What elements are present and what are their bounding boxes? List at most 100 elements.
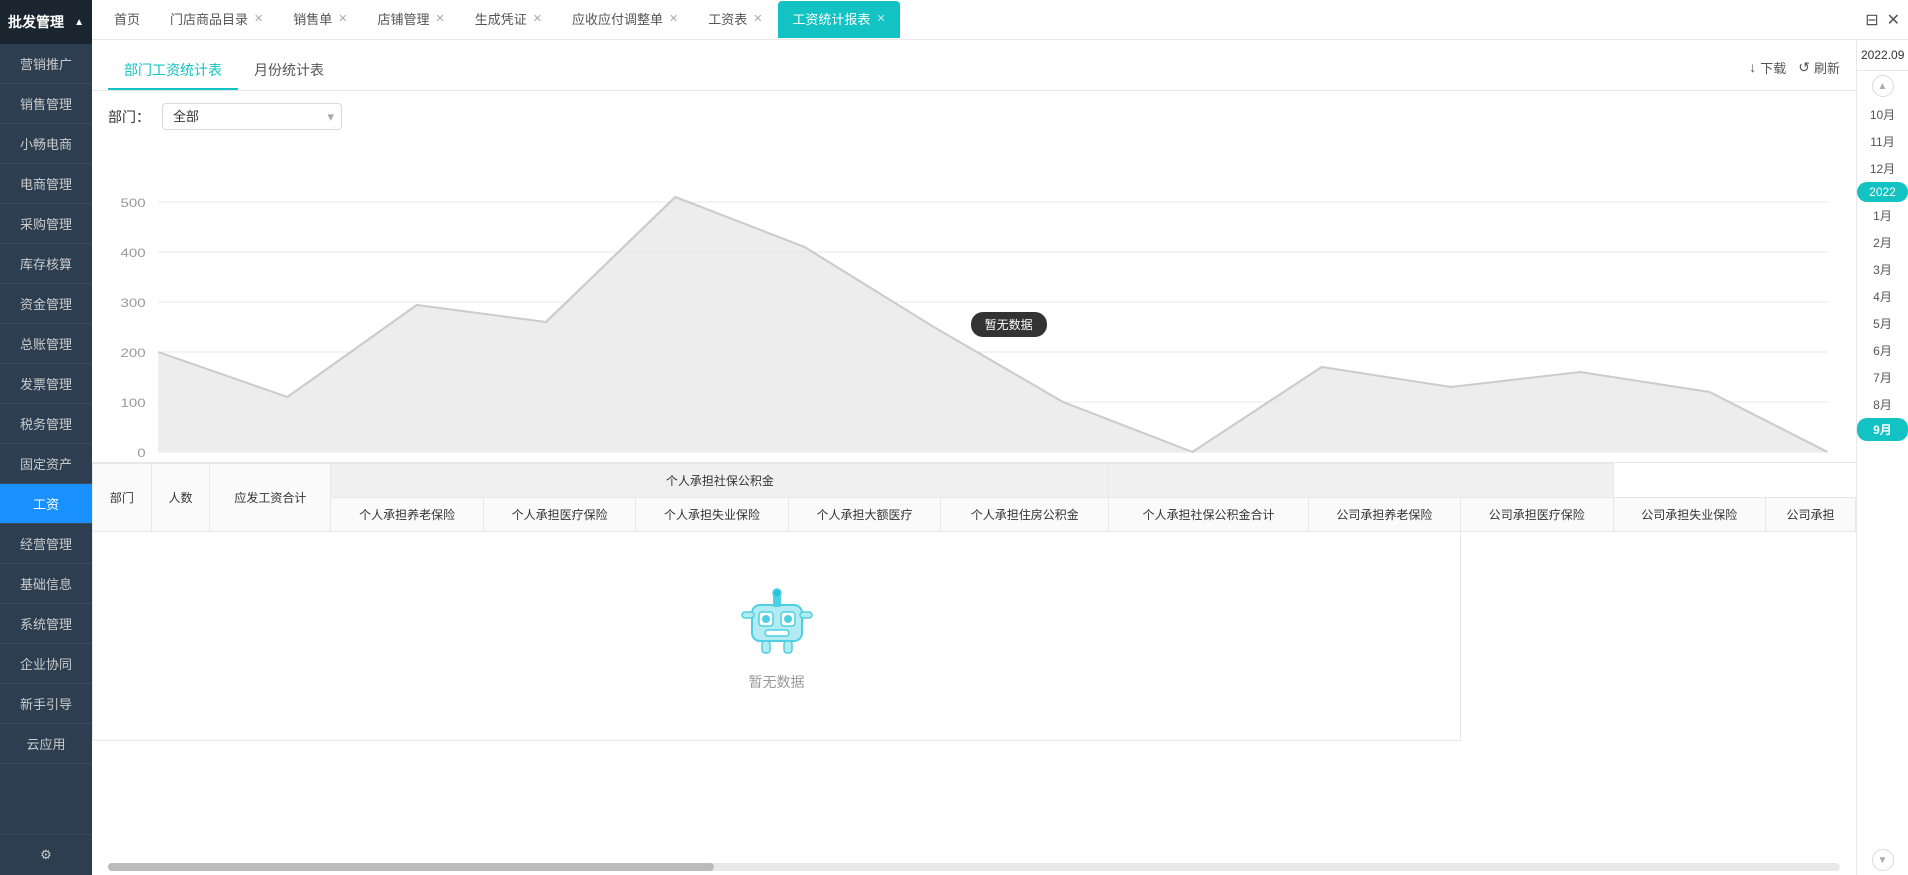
restore-window-button[interactable]: ⊟	[1865, 10, 1878, 30]
th-personal-unemployment: 个人承担失业保险	[636, 498, 788, 532]
th-company-other: 公司承担	[1765, 498, 1855, 532]
sidebar-item-yyyp[interactable]: 云应用	[0, 724, 92, 764]
sidebar-item-xtgl[interactable]: 系统管理	[0, 604, 92, 644]
sub-tabs: 部门工资统计表 月份统计表	[108, 52, 340, 90]
sidebar-item-cggl[interactable]: 采购管理	[0, 204, 92, 244]
svg-text:0: 0	[137, 446, 146, 459]
tab-close-store-products[interactable]: ✕	[254, 12, 263, 25]
sidebar-item-swgl[interactable]: 税务管理	[0, 404, 92, 444]
sidebar-item-zzgl[interactable]: 总账管理	[0, 324, 92, 364]
settings-button[interactable]: ⚙	[0, 834, 92, 875]
table-scrollbar-thumb[interactable]	[108, 863, 714, 871]
sidebar-item-xsgl[interactable]: 销售管理	[0, 84, 92, 124]
tab-voucher[interactable]: 生成凭证 ✕	[461, 1, 556, 38]
sidebar-item-gz[interactable]: 工资	[0, 484, 92, 524]
th-company-unemployment: 公司承担失业保险	[1613, 498, 1765, 532]
timeline-feb[interactable]: 2月	[1857, 229, 1908, 256]
sidebar-item-kchj[interactable]: 库存核算	[0, 244, 92, 284]
table-area: 部门 人数 应发工资合计 个人承担社保公积金	[92, 462, 1856, 859]
download-button[interactable]: ↓ 下载	[1749, 58, 1786, 77]
timeline-jul[interactable]: 7月	[1857, 364, 1908, 391]
svg-text:200: 200	[121, 346, 147, 359]
dept-filter-wrapper: 全部 销售部 财务部 采购部 技术部	[162, 103, 342, 130]
empty-text: 暂无数据	[749, 672, 805, 692]
tab-home[interactable]: 首页	[100, 1, 154, 38]
sidebar: 批发管理 ▲ 营销推广 销售管理 小畅电商 电商管理 采购管理 库存核算 资金管…	[0, 0, 92, 875]
sidebar-arrow: ▲	[74, 17, 84, 28]
timeline-down-button[interactable]: ▼	[1872, 849, 1894, 871]
svg-text:300: 300	[121, 296, 147, 309]
sidebar-item-gdzy[interactable]: 固定资产	[0, 444, 92, 484]
tab-payroll[interactable]: 工资表 ✕	[694, 1, 776, 38]
sidebar-item-xsyd[interactable]: 新手引导	[0, 684, 92, 724]
th-personal-medical: 个人承担医疗保险	[483, 498, 635, 532]
sidebar-item-qyxt[interactable]: 企业协同	[0, 644, 92, 684]
th-personal-major-medical: 个人承担大额医疗	[788, 498, 940, 532]
dept-filter-label: 部门：	[108, 107, 150, 127]
tab-ap-ar[interactable]: 应收应付调整单 ✕	[558, 1, 692, 38]
timeline-aug[interactable]: 8月	[1857, 391, 1908, 418]
tab-bar-actions: ⊟ ✕	[1865, 10, 1900, 30]
tab-dept-stats[interactable]: 部门工资统计表	[108, 52, 238, 90]
tab-payroll-report[interactable]: 工资统计报表 ✕	[778, 1, 899, 38]
th-company-medical: 公司承担医疗保险	[1461, 498, 1613, 532]
svg-text:500: 500	[121, 196, 147, 209]
tab-store-products[interactable]: 门店商品目录 ✕	[156, 1, 277, 38]
sidebar-header[interactable]: 批发管理 ▲	[0, 0, 92, 44]
tab-sales-order[interactable]: 销售单 ✕	[279, 1, 361, 38]
timeline-sep[interactable]: 9月	[1857, 418, 1908, 441]
svg-text:400: 400	[121, 246, 147, 259]
refresh-icon: ↺	[1798, 59, 1810, 76]
close-window-button[interactable]: ✕	[1887, 10, 1900, 30]
tab-bar: 首页 门店商品目录 ✕ 销售单 ✕ 店铺管理 ✕ 生成凭证 ✕ 应收应付调整单 …	[92, 0, 1908, 40]
sidebar-title: 批发管理	[8, 12, 64, 32]
th-personal-housing-fund: 个人承担住房公积金	[941, 498, 1109, 532]
gear-icon: ⚙	[40, 847, 52, 862]
sidebar-item-xpds[interactable]: 小畅电商	[0, 124, 92, 164]
timeline-nov[interactable]: 11月	[1857, 128, 1908, 155]
th-total-wage: 应发工资合计	[210, 464, 331, 532]
th-personal-insurance: 个人承担社保公积金	[331, 464, 1109, 498]
tab-close-store-mgmt[interactable]: ✕	[436, 12, 445, 25]
timeline-apr[interactable]: 4月	[1857, 283, 1908, 310]
empty-state: 暂无数据	[103, 540, 1450, 732]
th-company-pension: 公司承担养老保险	[1308, 498, 1460, 532]
tab-close-sales-order[interactable]: ✕	[338, 12, 347, 25]
refresh-button[interactable]: ↺ 刷新	[1798, 58, 1840, 77]
th-company-insurance	[1109, 464, 1613, 498]
timeline-year-2022[interactable]: 2022	[1857, 182, 1908, 202]
th-personal-pension: 个人承担养老保险	[331, 498, 483, 532]
chart-svg: 0 100 200 300 400 500	[108, 142, 1840, 462]
table-scrollbar[interactable]	[108, 863, 1840, 871]
dept-filter-select[interactable]: 全部 销售部 财务部 采购部 技术部	[162, 103, 342, 130]
tab-store-mgmt[interactable]: 店铺管理 ✕	[363, 1, 458, 38]
sidebar-item-zjgl[interactable]: 资金管理	[0, 284, 92, 324]
timeline-up-button[interactable]: ▲	[1872, 75, 1894, 97]
sidebar-item-jygl[interactable]: 经营管理	[0, 524, 92, 564]
timeline-panel: 2022.09 ▲ 10月 11月 12月 2022 1月 2月 3月	[1856, 40, 1908, 875]
content-area: 部门工资统计表 月份统计表 ↓ 下载 ↺ 刷新	[92, 40, 1908, 875]
timeline-oct[interactable]: 10月	[1857, 101, 1908, 128]
data-table: 部门 人数 应发工资合计 个人承担社保公积金	[92, 463, 1856, 741]
timeline-jan[interactable]: 1月	[1857, 202, 1908, 229]
tab-close-voucher[interactable]: ✕	[533, 12, 542, 25]
page-content: 部门工资统计表 月份统计表 ↓ 下载 ↺ 刷新	[92, 40, 1856, 875]
tab-close-payroll-report[interactable]: ✕	[876, 12, 885, 25]
th-people: 人数	[151, 464, 210, 532]
timeline-header: 2022.09	[1857, 40, 1908, 71]
sidebar-item-jcxx[interactable]: 基础信息	[0, 564, 92, 604]
filter-row: 部门： 全部 销售部 财务部 采购部 技术部	[92, 91, 1856, 142]
timeline-dec[interactable]: 12月	[1857, 155, 1908, 182]
sidebar-item-yxtp[interactable]: 营销推广	[0, 44, 92, 84]
sidebar-item-dsgl[interactable]: 电商管理	[0, 164, 92, 204]
sidebar-item-fpgl[interactable]: 发票管理	[0, 364, 92, 404]
empty-state-cell: 暂无数据	[93, 532, 1461, 741]
tab-close-ap-ar[interactable]: ✕	[669, 12, 678, 25]
th-dept: 部门	[93, 464, 152, 532]
timeline-jun[interactable]: 6月	[1857, 337, 1908, 364]
tab-month-stats[interactable]: 月份统计表	[238, 52, 340, 90]
timeline-mar[interactable]: 3月	[1857, 256, 1908, 283]
svg-text:100: 100	[121, 396, 147, 409]
tab-close-payroll[interactable]: ✕	[753, 12, 762, 25]
timeline-may[interactable]: 5月	[1857, 310, 1908, 337]
